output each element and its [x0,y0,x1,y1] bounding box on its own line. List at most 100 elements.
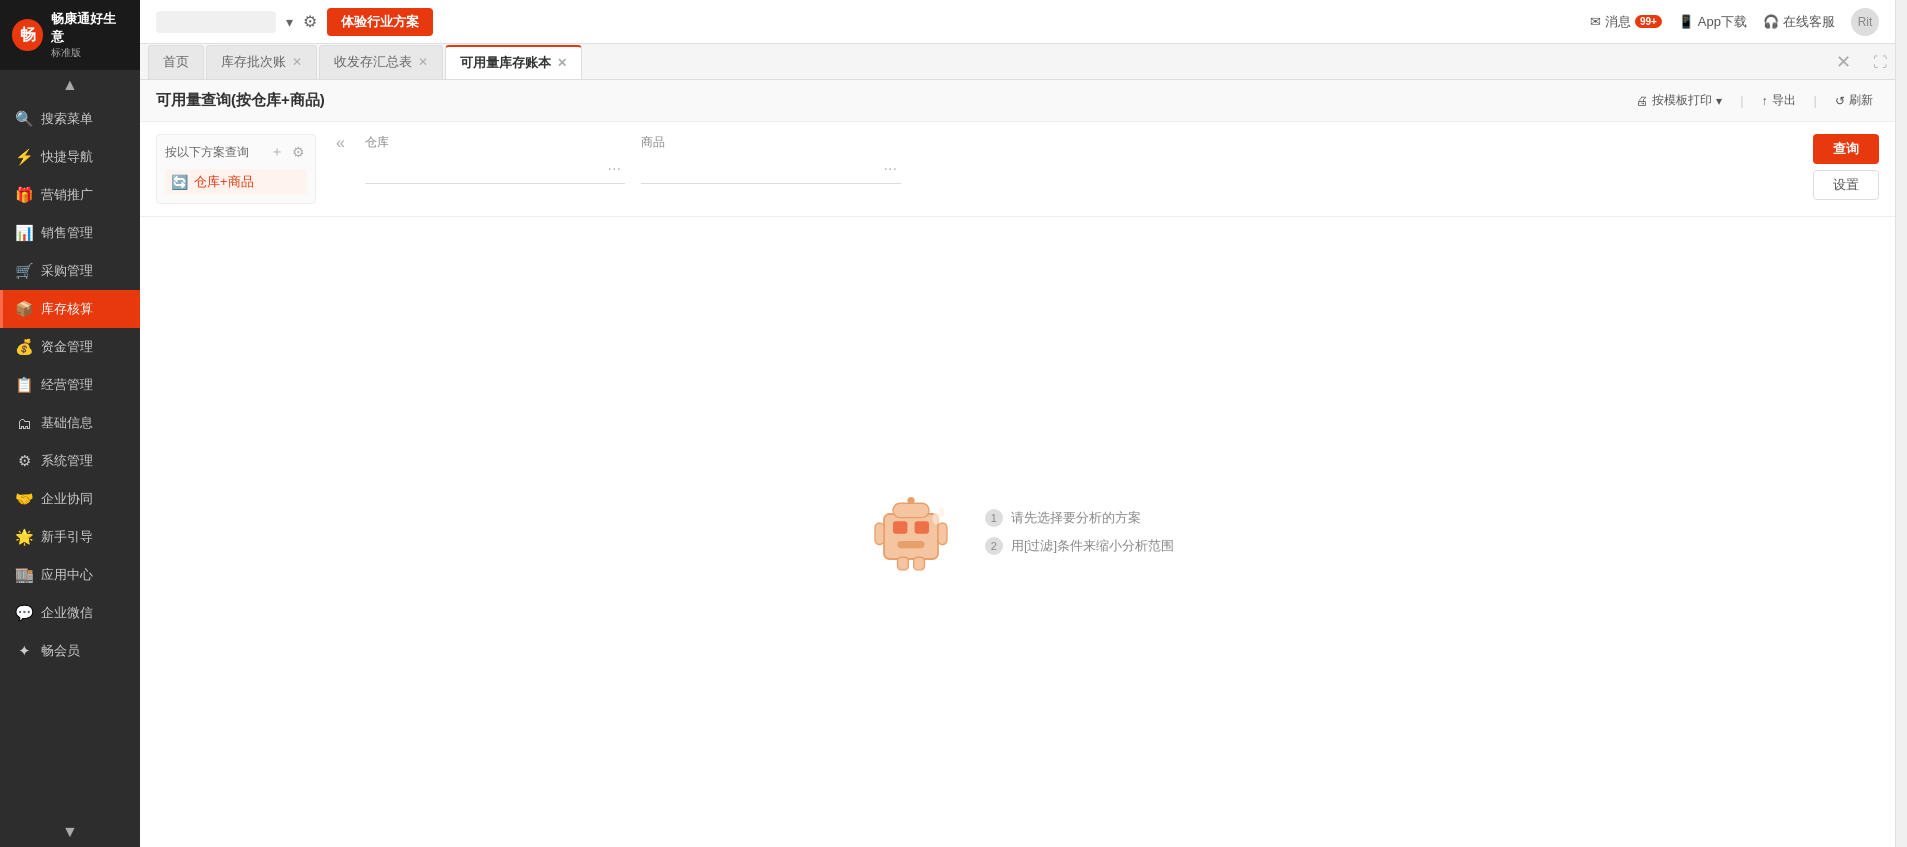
warehouse-more-btn[interactable]: ··· [608,160,621,178]
sidebar-title: 畅康通好生意 [51,10,128,46]
empty-tips: 1 请先选择要分析的方案 2 用[过滤]条件来缩小分析范围 [985,509,1174,555]
topbar-gear-btn[interactable]: ⚙ [303,12,317,31]
sidebar-scroll-down[interactable]: ▼ [0,817,140,847]
sidebar-item-label-system: 系统管理 [41,452,93,470]
sidebar-item-member[interactable]: ✦ 畅会员 [0,632,140,670]
finance-icon: 💰 [15,338,33,356]
tab-available-ledger[interactable]: 可用量库存账本 ✕ [445,45,582,79]
sidebar-item-newbie[interactable]: 🌟 新手引导 [0,518,140,556]
online-service-btn[interactable]: 🎧 在线客服 [1763,13,1835,31]
warehouse-input-row: ··· [365,155,625,184]
inventory-icon: 📦 [15,300,33,318]
svg-rect-1 [893,521,907,534]
tabs-bar: 首页库存批次账✕ 收发存汇总表 ✕ 可用量库存账本 ✕ ✕ ⛶ [140,44,1895,80]
sidebar-item-finance[interactable]: 💰 资金管理 [0,328,140,366]
message-icon: ✉ [1590,14,1601,29]
sidebar-item-apps[interactable]: 🏬 应用中心 [0,556,140,594]
warehouse-input-value[interactable] [369,159,608,179]
sidebar-item-label-operations: 经营管理 [41,376,93,394]
sidebar-item-basic[interactable]: 🗂 基础信息 [0,404,140,442]
right-edge [1895,0,1907,847]
app-download-btn[interactable]: 📱 App下载 [1678,13,1747,31]
tab-close-available-ledger[interactable]: ✕ [557,56,567,70]
tab-close-batch-account[interactable]: ✕ [292,55,302,69]
sidebar-item-label-newbie: 新手引导 [41,528,93,546]
sidebar-item-shortcut[interactable]: ⚡ 快捷导航 [0,138,140,176]
trial-btn[interactable]: 体验行业方案 [327,8,433,36]
add-scheme-btn[interactable]: ＋ [268,143,286,161]
system-icon: ⚙ [15,452,33,470]
main-area: ▾ ⚙ 体验行业方案 ✉ 消息 99+ 📱 App下载 🎧 在线客服 Rit 首… [140,0,1895,847]
empty-tip-1: 1 请先选择要分析的方案 [985,509,1174,527]
search-icon: 🔍 [15,110,33,128]
sidebar-item-system[interactable]: ⚙ 系统管理 [0,442,140,480]
tabs-bar-expand[interactable]: ⛶ [1865,54,1895,70]
headphone-icon: 🎧 [1763,14,1779,29]
tab-label-available-ledger: 可用量库存账本 [460,54,551,72]
refresh-btn[interactable]: ↺ 刷新 [1829,88,1879,113]
purchase-icon: 🛒 [15,262,33,280]
tab-batch-account[interactable]: 库存批次账✕ [206,45,317,79]
sidebar-item-marketing[interactable]: 🎁 营销推广 [0,176,140,214]
page-title: 可用量查询(按仓库+商品) [156,91,325,110]
print-icon: 🖨 [1636,94,1648,108]
sidebar-item-label-marketing: 营销推广 [41,186,93,204]
export-label: 导出 [1772,92,1796,109]
content-area: 可用量查询(按仓库+商品) 🖨 按模板打印 ▾ | ↑ 导出 | ↺ 刷新 [140,80,1895,847]
operations-icon: 📋 [15,376,33,394]
topbar-dropdown-btn[interactable]: ▾ [286,14,293,30]
export-icon: ↑ [1762,94,1768,108]
sidebar-item-label-basic: 基础信息 [41,414,93,432]
sidebar-item-search[interactable]: 🔍 搜索菜单 [0,100,140,138]
goods-input-value[interactable] [645,159,884,179]
export-btn[interactable]: ↑ 导出 [1756,88,1802,113]
print-btn[interactable]: 🖨 按模板打印 ▾ [1630,88,1728,113]
sidebar-item-wechat[interactable]: 💬 企业微信 [0,594,140,632]
tab-collect-account[interactable]: 收发存汇总表 ✕ [319,45,443,79]
newbie-icon: 🌟 [15,528,33,546]
search-input[interactable] [156,11,276,33]
sidebar-item-sales[interactable]: 📊 销售管理 [0,214,140,252]
marketing-icon: 🎁 [15,186,33,204]
sidebar-item-enterprise[interactable]: 🤝 企业协同 [0,480,140,518]
tab-label-home: 首页 [163,53,189,71]
topbar: ▾ ⚙ 体验行业方案 ✉ 消息 99+ 📱 App下载 🎧 在线客服 Rit [140,0,1895,44]
sidebar-item-inventory[interactable]: 📦 库存核算 [0,290,140,328]
sidebar-item-purchase[interactable]: 🛒 采购管理 [0,252,140,290]
tab-close-collect-account[interactable]: ✕ [418,55,428,69]
query-actions: 查询 设置 [1813,134,1879,200]
scheme-panel-label: 按以下方案查询 [165,144,264,161]
collapse-scheme-btn[interactable]: « [332,134,349,152]
query-btn[interactable]: 查询 [1813,134,1879,164]
svg-rect-5 [938,523,947,545]
svg-rect-7 [914,557,925,570]
goods-more-btn[interactable]: ··· [884,160,897,178]
avatar[interactable]: Rit [1851,8,1879,36]
enterprise-icon: 🤝 [15,490,33,508]
svg-point-10 [932,512,939,525]
sidebar-item-operations[interactable]: 📋 经营管理 [0,366,140,404]
warehouse-label: 仓库 [365,134,625,151]
svg-point-9 [907,497,914,504]
member-icon: ✦ [15,642,33,660]
avatar-text: Rit [1858,15,1873,29]
sidebar-header: 畅 畅康通好生意 标准版 [0,0,140,70]
sidebar-item-label-apps: 应用中心 [41,566,93,584]
shortcut-icon: ⚡ [15,148,33,166]
scheme-item-warehouse-goods[interactable]: 🔄 仓库+商品 [165,169,307,195]
tip2-text: 用[过滤]条件来缩小分析范围 [1011,537,1174,555]
tab-home[interactable]: 首页 [148,45,204,79]
svg-rect-4 [875,523,884,545]
sidebar-item-label-inventory: 库存核算 [41,300,93,318]
refresh-icon: ↺ [1835,94,1845,108]
sidebar-item-label-shortcut: 快捷导航 [41,148,93,166]
message-btn[interactable]: ✉ 消息 99+ [1590,13,1662,31]
tabs-bar-close[interactable]: ✕ [1824,51,1863,73]
sidebar-scroll-up[interactable]: ▲ [0,70,140,100]
sidebar-title-block: 畅康通好生意 标准版 [51,10,128,60]
sidebar-item-label-wechat: 企业微信 [41,604,93,622]
settings-btn[interactable]: 设置 [1813,170,1879,200]
tab-label-collect-account: 收发存汇总表 [334,53,412,71]
page-header: 可用量查询(按仓库+商品) 🖨 按模板打印 ▾ | ↑ 导出 | ↺ 刷新 [140,80,1895,122]
edit-scheme-btn[interactable]: ⚙ [290,144,307,160]
